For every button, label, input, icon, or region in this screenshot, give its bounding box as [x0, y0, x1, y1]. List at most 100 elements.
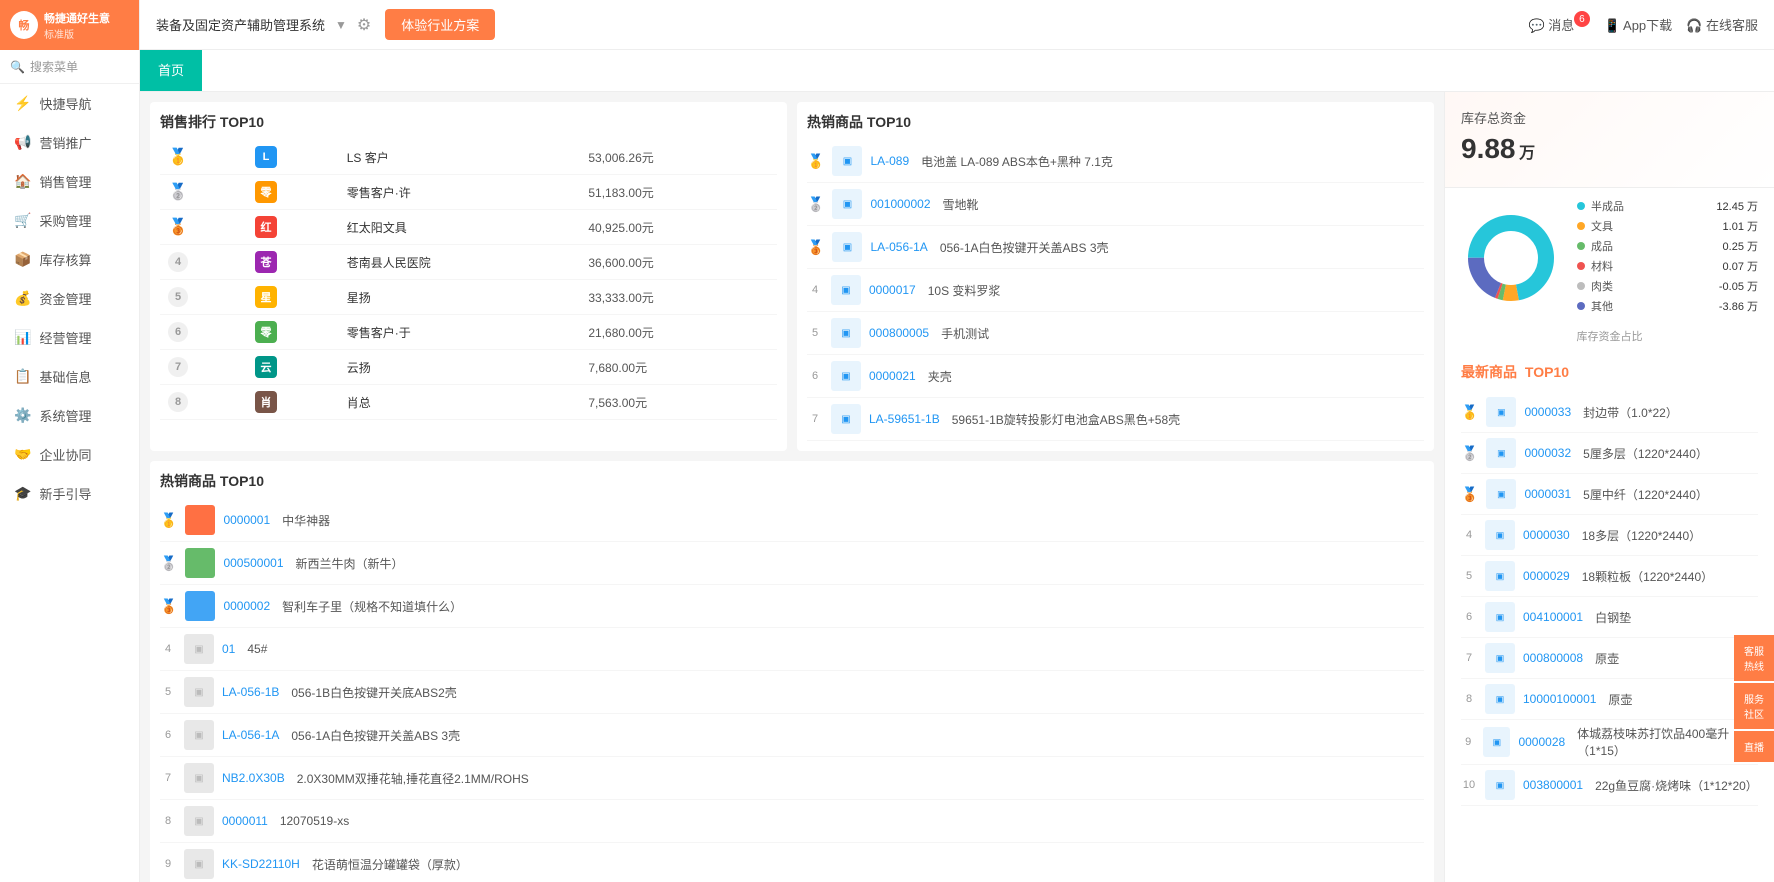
legend-item: 其他 -3.86 万 — [1577, 298, 1758, 314]
tab-home[interactable]: 首页 — [140, 50, 202, 91]
sidebar-item-quick[interactable]: ⚡ 快捷导航 — [0, 84, 139, 123]
product-code: 001000002 — [870, 197, 930, 211]
float-btn-service[interactable]: 客服热线 — [1734, 635, 1774, 681]
inventory-amount: 9.88 — [1461, 133, 1516, 164]
headset-icon: 🎧 — [1686, 18, 1702, 33]
sidebar-item-system[interactable]: ⚙️ 系统管理 — [0, 396, 139, 435]
customer-name: 肖总 — [339, 385, 581, 420]
sales-product-row: 🥉 ▣ LA-056-1A 056-1A白色按键开关盖ABS 3壳 — [807, 226, 1424, 269]
customer-name: 云扬 — [339, 350, 581, 385]
rank-number: 6 — [1461, 611, 1477, 623]
product-code: LA-056-1A — [870, 240, 927, 254]
sales-product-row: 🥈 ▣ 001000002 雪地靴 — [807, 183, 1424, 226]
nav-system-icon: ⚙️ — [14, 407, 31, 424]
logo-icon: 畅 — [10, 11, 38, 39]
legend-label: 肉类 — [1591, 278, 1702, 294]
donut-svg — [1461, 208, 1561, 308]
customer-badge: 零 — [255, 181, 277, 203]
product-name: 智利车子里（规格不知道填什么） — [282, 598, 462, 615]
inventory-unit: 万 — [1519, 145, 1535, 162]
hot-product-row: 8 ▣ 0000011 12070519-xs — [160, 800, 1424, 843]
header-gear-icon[interactable]: ⚙ — [357, 15, 371, 35]
new-products-title: 最新商品 TOP10 — [1461, 362, 1758, 382]
product-name: 新西兰牛肉（新牛） — [296, 555, 404, 572]
product-image — [185, 591, 215, 621]
product-placeholder: ▣ — [831, 404, 861, 434]
product-placeholder: ▣ — [1486, 397, 1516, 427]
product-code: 0000032 — [1524, 446, 1571, 460]
product-placeholder: ▣ — [1485, 561, 1515, 591]
customer-badge: 红 — [255, 216, 277, 238]
sidebar-item-finance[interactable]: 💰 资金管理 — [0, 279, 139, 318]
sidebar-item-sales[interactable]: 🏠 销售管理 — [0, 162, 139, 201]
sidebar-item-inventory[interactable]: 📦 库存核算 — [0, 240, 139, 279]
donut-legend: 半成品 12.45 万 文具 1.01 万 成品 0.25 万 材料 0.07 … — [1577, 198, 1758, 318]
inventory-title: 库存总资金 — [1461, 108, 1758, 127]
customer-amount: 40,925.00元 — [580, 210, 777, 245]
trial-button[interactable]: 体验行业方案 — [385, 9, 495, 40]
product-image — [185, 505, 215, 535]
sales-top10-table: 🥇 L LS 客户 53,006.26元 🥈 零 零售客户·许 51,183.0… — [160, 140, 777, 420]
customer-badge: 云 — [255, 356, 277, 378]
product-placeholder: ▣ — [184, 677, 214, 707]
legend-dot — [1577, 282, 1585, 290]
legend-item: 肉类 -0.05 万 — [1577, 278, 1758, 294]
product-name: 18颗粒板（1220*2440） — [1582, 568, 1713, 585]
product-name: 电池盖 LA-089 ABS本色+黑种 7.1克 — [921, 153, 1113, 170]
legend-dot — [1577, 202, 1585, 210]
legend-value: 0.07 万 — [1708, 258, 1758, 274]
sales-top10-row: 5 星 星扬 33,333.00元 — [160, 280, 777, 315]
legend-dot — [1577, 302, 1585, 310]
product-code: 0000028 — [1518, 735, 1565, 749]
header-dropdown-arrow[interactable]: ▼ — [335, 18, 347, 32]
customer-badge: L — [255, 146, 277, 168]
sales-top10-row: 🥇 L LS 客户 53,006.26元 — [160, 140, 777, 175]
product-name: 056-1B白色按键开关底ABS2壳 — [291, 684, 456, 701]
sidebar-item-purchase[interactable]: 🛒 采购管理 — [0, 201, 139, 240]
sales-top10-row: 4 苍 苍南县人民医院 36,600.00元 — [160, 245, 777, 280]
float-btn-live[interactable]: 直播 — [1734, 731, 1774, 762]
customer-amount: 7,563.00元 — [580, 385, 777, 420]
sidebar-item-operation[interactable]: 📊 经营管理 — [0, 318, 139, 357]
product-code: 0000001 — [223, 513, 270, 527]
legend-dot — [1577, 222, 1585, 230]
sales-top10-card: 销售排行 TOP10 🥇 L LS 客户 53,006.26元 🥈 零 零售客户… — [150, 102, 787, 451]
customer-name: 星扬 — [339, 280, 581, 315]
new-product-row: 7 ▣ 000800008 原壶 — [1461, 638, 1758, 679]
product-placeholder: ▣ — [184, 763, 214, 793]
sales-product-row: 7 ▣ LA-59651-1B 59651-1B旋转投影灯电池盒ABS黑色+58… — [807, 398, 1424, 441]
float-btn-community[interactable]: 服务社区 — [1734, 683, 1774, 729]
customer-name: 零售客户·许 — [339, 175, 581, 210]
product-code: 0000002 — [223, 599, 270, 613]
rank-number: 8 — [1461, 693, 1477, 705]
hot-products-title: 热销商品 TOP10 — [160, 471, 1424, 491]
product-code: 000800008 — [1523, 651, 1583, 665]
sidebar-item-basic[interactable]: 📋 基础信息 — [0, 357, 139, 396]
sidebar-item-guide[interactable]: 🎓 新手引导 — [0, 474, 139, 513]
donut-section: 半成品 12.45 万 文具 1.01 万 成品 0.25 万 材料 0.07 … — [1445, 188, 1774, 328]
sales-top10-row: 8 肖 肖总 7,563.00元 — [160, 385, 777, 420]
product-code: LA-056-1B — [222, 685, 279, 699]
logo-title: 畅捷通好生意 — [44, 10, 110, 26]
product-placeholder: ▣ — [831, 275, 861, 305]
sidebar-item-marketing[interactable]: 📢 营销推广 — [0, 123, 139, 162]
sidebar-item-enterprise[interactable]: 🤝 企业协同 — [0, 435, 139, 474]
header-right: 💬 消息 6 📱 App下载 🎧 在线客服 — [1528, 15, 1758, 34]
product-placeholder: ▣ — [831, 361, 861, 391]
customer-amount: 53,006.26元 — [580, 140, 777, 175]
product-placeholder: ▣ — [1485, 602, 1515, 632]
customer-amount: 51,183.00元 — [580, 175, 777, 210]
product-placeholder: ▣ — [1485, 770, 1515, 800]
sidebar-search[interactable]: 🔍 搜索菜单 — [0, 50, 139, 84]
product-name: 056-1A白色按键开关盖ABS 3壳 — [291, 727, 460, 744]
new-product-row: 6 ▣ 004100001 白钢垫 — [1461, 597, 1758, 638]
rank-number: 10 — [1461, 779, 1477, 791]
product-code: 0000017 — [869, 283, 916, 297]
app-download-item[interactable]: 📱 App下载 — [1604, 15, 1672, 34]
product-name: 体城荔枝味苏打饮品400毫升（1*15） — [1577, 725, 1758, 759]
service-item[interactable]: 🎧 在线客服 — [1686, 15, 1758, 34]
message-item[interactable]: 💬 消息 6 — [1528, 15, 1589, 34]
product-code: 000800005 — [869, 326, 929, 340]
product-name: 原壶 — [1595, 650, 1619, 667]
rank-number: 7 — [1461, 652, 1477, 664]
